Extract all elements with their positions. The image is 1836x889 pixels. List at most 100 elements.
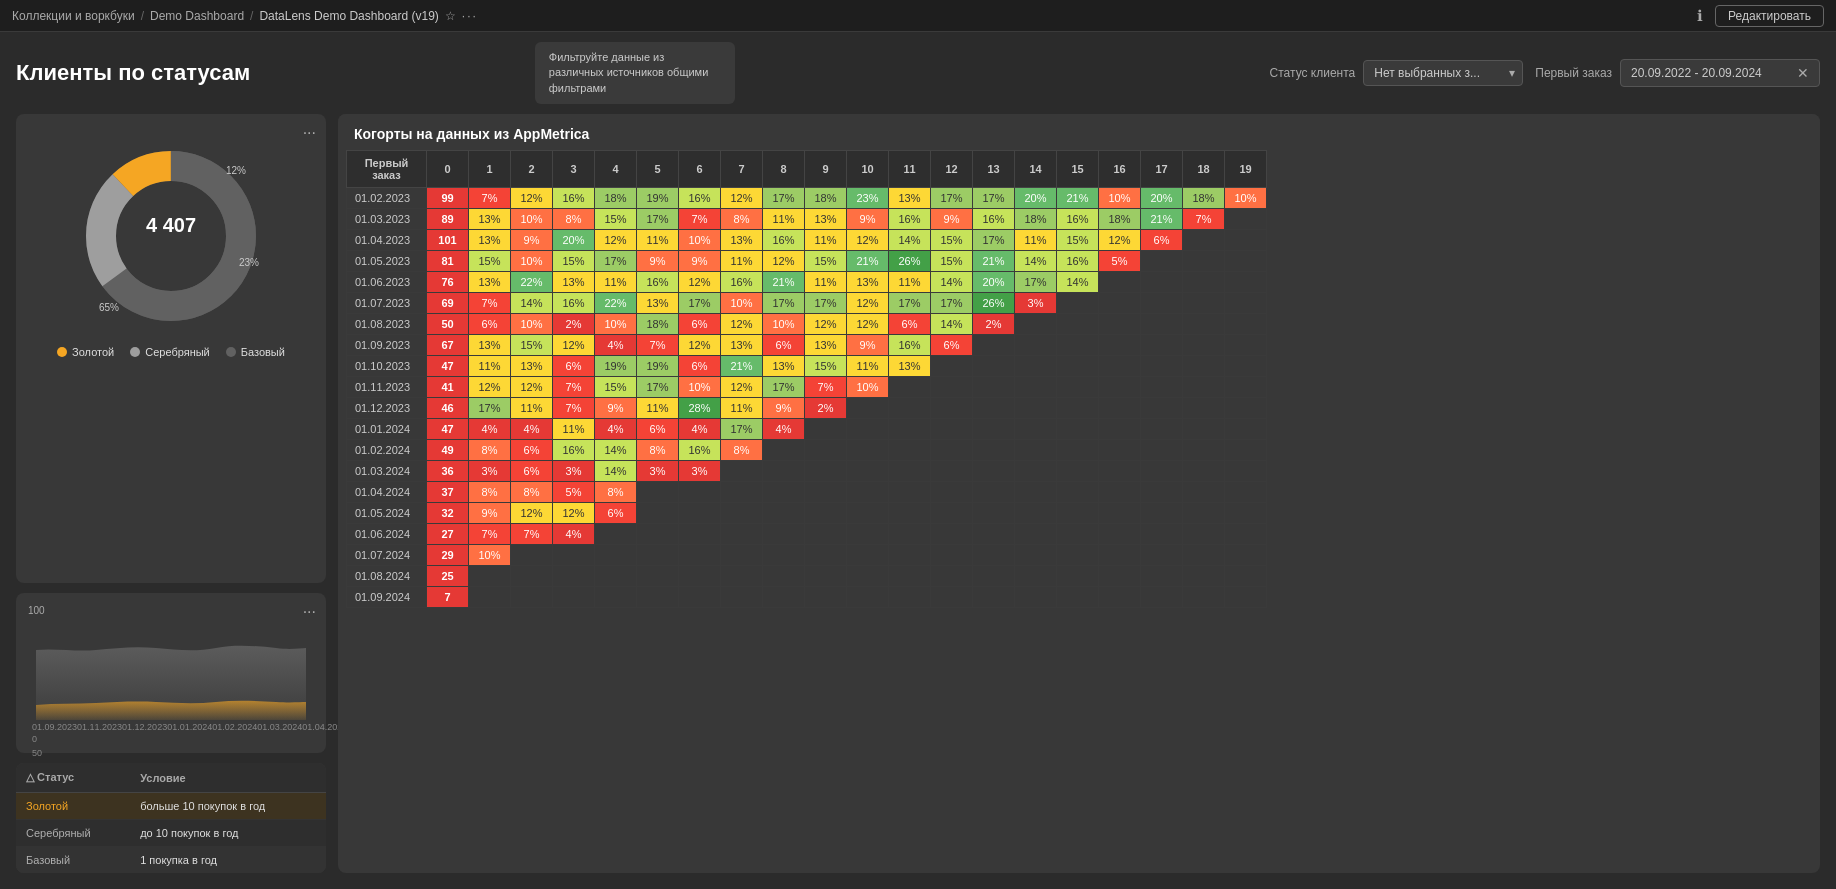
cohort-cell-5-16 [1141, 293, 1183, 314]
cohort-cell-4-12: 20% [973, 272, 1015, 293]
cohort-cell-4-1: 22% [511, 272, 553, 293]
table-row: 01.04.2024378%8%5%8% [347, 482, 1267, 503]
cohort-cell-5-13: 3% [1015, 293, 1057, 314]
cohort-cell-0-2: 16% [553, 188, 595, 209]
cohort-cell-1-8: 13% [805, 209, 847, 230]
cohort-cell-7-1: 15% [511, 335, 553, 356]
cohort-cell-8-6: 21% [721, 356, 763, 377]
cohort-cell-9-6: 12% [721, 377, 763, 398]
breadcrumb-collections[interactable]: Коллекции и воркбуки [12, 9, 135, 23]
cohort-cell-10-9 [847, 398, 889, 419]
cohort-count-7: 67 [427, 335, 469, 356]
cohort-cell-13-2: 3% [553, 461, 595, 482]
date-range-input[interactable]: 20.09.2022 - 20.09.2024 ✕ [1620, 59, 1820, 87]
cohort-count-0: 99 [427, 188, 469, 209]
cohort-date-19: 01.09.2024 [347, 587, 427, 608]
cohort-cell-3-1: 10% [511, 251, 553, 272]
cohort-cell-0-12: 17% [973, 188, 1015, 209]
cohort-cell-18-6 [721, 566, 763, 587]
status-select-wrapper[interactable]: Нет выбранных з... [1363, 60, 1523, 86]
cohort-cell-13-1: 6% [511, 461, 553, 482]
donut-card-menu[interactable]: ··· [303, 124, 316, 142]
legend-gold-label: Золотой [72, 346, 114, 358]
cohort-cell-2-0: 13% [469, 230, 511, 251]
cohort-cell-12-18 [1225, 440, 1267, 461]
cohort-cell-13-6 [721, 461, 763, 482]
cohort-cell-8-4: 19% [637, 356, 679, 377]
cohort-cell-7-5: 12% [679, 335, 721, 356]
cohort-cell-6-14 [1057, 314, 1099, 335]
cohort-cell-7-0: 13% [469, 335, 511, 356]
more-icon[interactable]: ··· [462, 9, 478, 23]
cohort-date-15: 01.05.2024 [347, 503, 427, 524]
breadcrumb-demo[interactable]: Demo Dashboard [150, 9, 244, 23]
table-row: 01.02.2023997%12%16%18%19%16%12%17%18%23… [347, 188, 1267, 209]
cohort-cell-1-16: 21% [1141, 209, 1183, 230]
cohort-cell-0-14: 21% [1057, 188, 1099, 209]
cohort-cell-14-18 [1225, 482, 1267, 503]
cohort-cell-3-9: 21% [847, 251, 889, 272]
cohort-date-6: 01.08.2023 [347, 314, 427, 335]
date-clear-icon[interactable]: ✕ [1797, 65, 1809, 81]
cohort-cell-17-3 [595, 545, 637, 566]
cohort-count-4: 76 [427, 272, 469, 293]
cohort-cell-13-8 [805, 461, 847, 482]
info-icon[interactable]: ℹ [1697, 7, 1703, 25]
cohort-cell-5-2: 16% [553, 293, 595, 314]
cohort-cell-11-1: 4% [511, 419, 553, 440]
cohort-cell-6-13 [1015, 314, 1057, 335]
cohort-count-11: 47 [427, 419, 469, 440]
cohort-col-7: 7 [721, 151, 763, 188]
cohort-col-10: 10 [847, 151, 889, 188]
cohort-cell-15-8 [805, 503, 847, 524]
breadcrumb-sep-1: / [141, 9, 144, 23]
cohort-cell-4-8: 11% [805, 272, 847, 293]
edit-button[interactable]: Редактировать [1715, 5, 1824, 27]
cohort-cell-8-17 [1183, 356, 1225, 377]
cohort-cell-10-2: 7% [553, 398, 595, 419]
cohort-cell-9-8: 7% [805, 377, 847, 398]
cohort-cell-17-18 [1225, 545, 1267, 566]
table-row: 01.03.2024363%6%3%14%3%3% [347, 461, 1267, 482]
table-row: 01.07.2023697%14%16%22%13%17%10%17%17%12… [347, 293, 1267, 314]
legend-basic: Базовый [226, 346, 285, 358]
star-icon[interactable]: ☆ [445, 9, 456, 23]
area-card-menu[interactable]: ··· [303, 603, 316, 621]
cohort-cell-16-2: 4% [553, 524, 595, 545]
cohort-cell-10-11 [931, 398, 973, 419]
cohort-cell-12-3: 14% [595, 440, 637, 461]
cohort-cell-12-4: 8% [637, 440, 679, 461]
cohort-cell-10-8: 2% [805, 398, 847, 419]
cohort-date-18: 01.08.2024 [347, 566, 427, 587]
cohort-cell-2-3: 12% [595, 230, 637, 251]
cohort-count-9: 41 [427, 377, 469, 398]
cohort-cell-8-2: 6% [553, 356, 595, 377]
page-title: Клиенты по статусам [16, 60, 519, 86]
breadcrumb-current[interactable]: DataLens Demo Dashboard (v19) [259, 9, 438, 23]
cohort-cell-18-17 [1183, 566, 1225, 587]
cohort-cell-8-3: 19% [595, 356, 637, 377]
cohort-cell-9-15 [1099, 377, 1141, 398]
cohort-cell-19-12 [973, 587, 1015, 608]
cohort-cell-3-6: 11% [721, 251, 763, 272]
cohort-date-5: 01.07.2023 [347, 293, 427, 314]
status-select[interactable]: Нет выбранных з... [1363, 60, 1523, 86]
cohort-cell-8-8: 15% [805, 356, 847, 377]
cohort-cell-11-9 [847, 419, 889, 440]
cohort-cell-13-7 [763, 461, 805, 482]
cohort-cell-11-10 [889, 419, 931, 440]
donut-svg: 4 407 12% 23% 65% [71, 136, 271, 336]
status-gold: Золотой [16, 793, 130, 820]
cohort-date-10: 01.12.2023 [347, 398, 427, 419]
cohort-cell-17-4 [637, 545, 679, 566]
cohort-cell-6-10: 6% [889, 314, 931, 335]
status-basic: Базовый [16, 847, 130, 874]
cohort-cell-3-3: 17% [595, 251, 637, 272]
cohort-cell-2-15: 12% [1099, 230, 1141, 251]
cohort-table-wrapper: Первыйзаказ01234567891011121314151617181… [338, 150, 1820, 616]
area-chart-svg [36, 620, 306, 720]
cohort-cell-16-6 [721, 524, 763, 545]
left-panel: ··· 4 407 [16, 114, 326, 873]
cohort-cell-6-17 [1183, 314, 1225, 335]
cohort-cell-2-11: 15% [931, 230, 973, 251]
